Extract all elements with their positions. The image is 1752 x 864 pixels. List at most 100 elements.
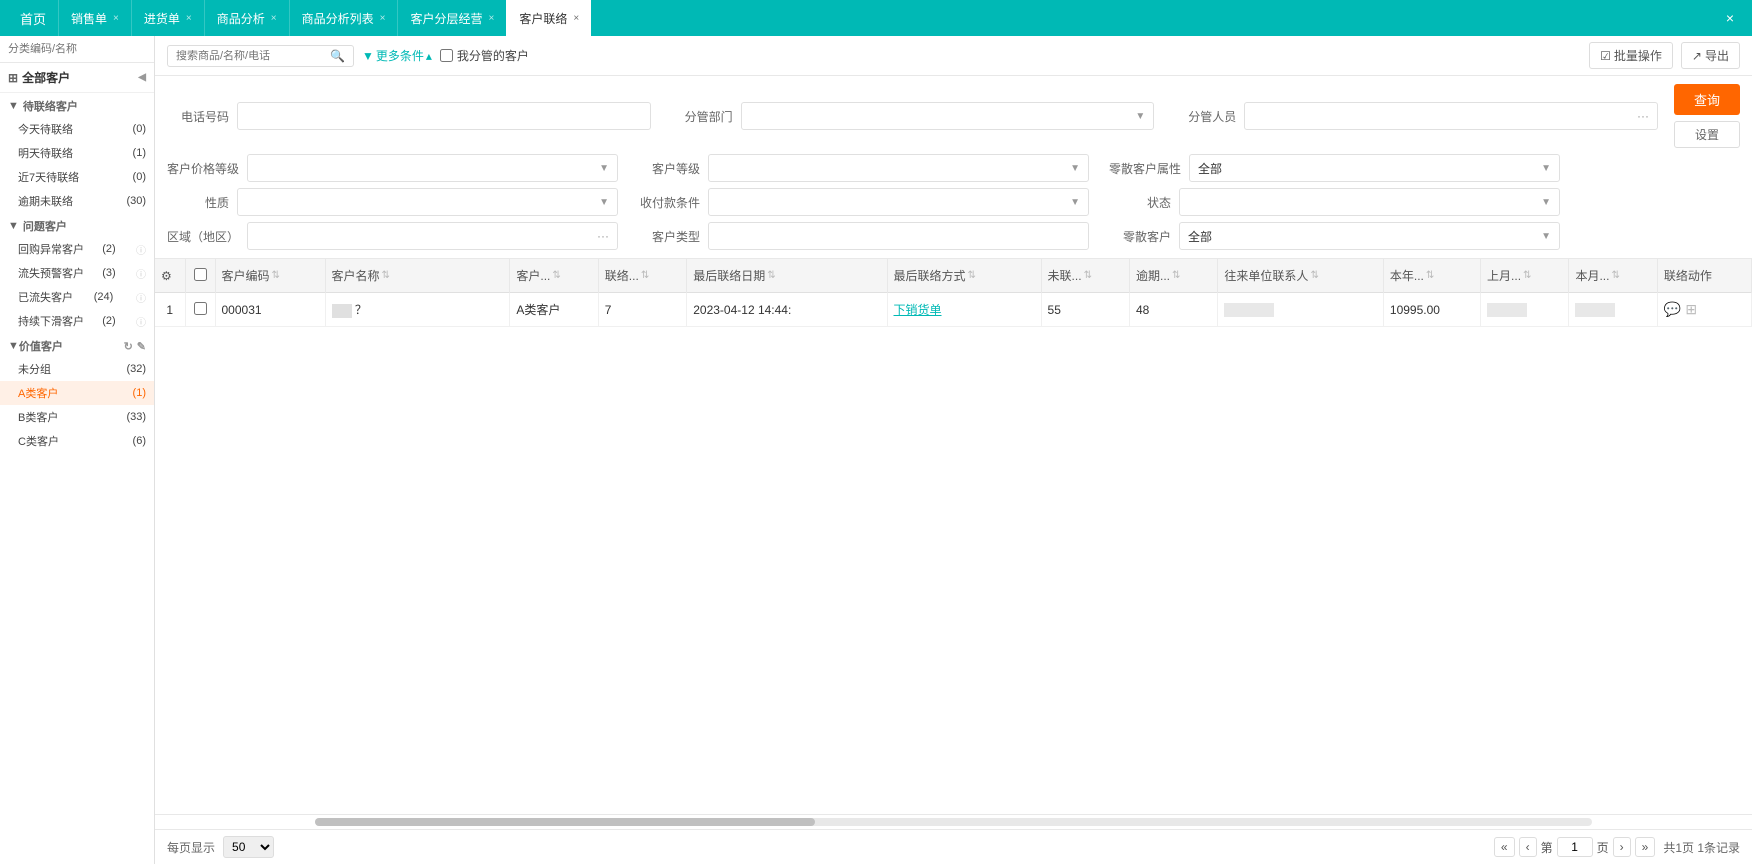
th-settings[interactable]: ⚙ — [155, 259, 185, 293]
nav-tab-sales[interactable]: 销售单 × — [58, 0, 131, 36]
sidebar-item-class-b[interactable]: B类客户 (33) — [0, 405, 154, 429]
problem-group-label: ▼ 问题客户 — [0, 213, 154, 237]
row-checkbox[interactable] — [194, 302, 207, 315]
sort-icon-code[interactable]: ⇅ — [272, 270, 280, 281]
sidebar-search-input[interactable] — [8, 43, 150, 55]
phone-input[interactable] — [237, 102, 651, 130]
filter-row-4: 区域（地区） ··· 客户类型 零散客户 — [167, 222, 1740, 250]
sidebar-item-churn-warning[interactable]: 流失预警客户 (3) ⓘ — [0, 261, 154, 285]
export-btn[interactable]: ↗ 导出 — [1681, 42, 1740, 69]
table-header-row: ⚙ 客户编码 ⇅ 客户名称 — [155, 259, 1752, 293]
region-input[interactable]: ··· — [247, 222, 618, 250]
sort-icon-this-month[interactable]: ⇅ — [1611, 270, 1619, 281]
manager-input[interactable]: ··· — [1244, 102, 1658, 130]
customer-type-field: 客户类型 — [638, 222, 1089, 250]
nav-home[interactable]: 首页 — [8, 0, 58, 36]
price-grade-select[interactable]: ▼ — [247, 154, 618, 182]
horizontal-scrollbar[interactable] — [315, 818, 1592, 826]
sort-icon-name[interactable]: ⇅ — [382, 270, 390, 281]
current-page-input[interactable] — [1557, 837, 1593, 857]
sort-icon-year[interactable]: ⇅ — [1426, 270, 1434, 281]
sidebar-item-declining[interactable]: 持续下滑客户 (2) ⓘ — [0, 309, 154, 333]
sidebar-item-class-c[interactable]: C类客户 (6) — [0, 429, 154, 453]
my-customers-checkbox[interactable] — [440, 49, 453, 62]
edit-icon[interactable]: ✎ — [137, 340, 146, 353]
nav-tab-customer-segment[interactable]: 客户分层经营 × — [397, 0, 506, 36]
export-icon: ↗ — [1692, 49, 1702, 63]
refresh-icon[interactable]: ↻ — [124, 340, 133, 353]
sidebar-item-overdue[interactable]: 逾期未联络 (30) — [0, 189, 154, 213]
info-icon-churned: ⓘ — [136, 290, 146, 305]
sidebar-item-class-a[interactable]: A类客户 (1) — [0, 381, 154, 405]
more-action-icon[interactable]: ⊞ — [1685, 301, 1697, 318]
filter-search-input[interactable] — [176, 50, 326, 62]
dept-select[interactable]: ▼ — [741, 102, 1155, 130]
sort-icon-method[interactable]: ⇅ — [968, 270, 976, 281]
status-select[interactable]: ▼ — [1179, 188, 1560, 216]
next-page-btn[interactable]: › — [1613, 837, 1631, 857]
contact-action-icon[interactable]: 💬 — [1664, 301, 1681, 318]
customer-type-input[interactable] — [708, 222, 1089, 250]
sidebar-item-unclassified[interactable]: 未分组 (32) — [0, 357, 154, 381]
close-purchase-tab[interactable]: × — [186, 13, 192, 24]
customer-grade-select[interactable]: ▼ — [708, 154, 1089, 182]
scrollbar-thumb[interactable] — [315, 818, 815, 826]
pagination: « ‹ 第 页 › » — [1494, 837, 1655, 857]
prev-page-btn[interactable]: ‹ — [1519, 837, 1537, 857]
td-last-date: 2023-04-12 14:44: — [687, 293, 887, 327]
th-actions: 联络动作 — [1657, 259, 1751, 293]
sort-icon-not-contacted[interactable]: ⇅ — [1084, 270, 1092, 281]
all-customers-header[interactable]: ⊞ 全部客户 ◀ — [0, 63, 154, 93]
td-customer-type: A类客户 — [510, 293, 598, 327]
sort-icon-type[interactable]: ⇅ — [552, 270, 560, 281]
nav-tab-analysis-list[interactable]: 商品分析列表 × — [289, 0, 398, 36]
td-checkbox[interactable] — [185, 293, 215, 327]
sort-icon-date[interactable]: ⇅ — [767, 270, 775, 281]
sort-icon-contacts[interactable]: ⇅ — [1310, 270, 1318, 281]
close-analysis-list-tab[interactable]: × — [380, 13, 386, 24]
retail-customer-select[interactable]: 全部 ▼ — [1179, 222, 1560, 250]
sidebar-item-today[interactable]: 今天待联络 (0) — [0, 117, 154, 141]
sidebar-item-tomorrow[interactable]: 明天待联络 (1) — [0, 141, 154, 165]
th-name: 客户名称 ⇅ — [325, 259, 510, 293]
my-customers-filter[interactable]: 我分管的客户 — [440, 47, 529, 64]
nav-tab-purchase[interactable]: 进货单 × — [131, 0, 204, 36]
nav-tab-customer-contact[interactable]: 客户联络 × — [506, 0, 591, 36]
close-sales-tab[interactable]: × — [113, 13, 119, 24]
td-last-method[interactable]: 下销货单 — [887, 293, 1041, 327]
td-this-month — [1569, 293, 1657, 327]
th-overdue: 逾期... ⇅ — [1129, 259, 1217, 293]
collapse-icon[interactable]: ◀ — [138, 72, 146, 83]
retail-attr-field: 零散客户属性 全部 ▼ — [1109, 154, 1560, 182]
nav-tab-analysis[interactable]: 商品分析 × — [204, 0, 289, 36]
last-page-btn[interactable]: » — [1635, 837, 1656, 857]
query-button[interactable]: 查询 — [1674, 84, 1740, 115]
sidebar-item-repurchase[interactable]: 回购异常客户 (2) ⓘ — [0, 237, 154, 261]
retail-customer-field: 零散客户 全部 ▼ — [1109, 222, 1560, 250]
td-code: 000031 — [215, 293, 325, 327]
sort-icon-last-month[interactable]: ⇅ — [1523, 270, 1531, 281]
first-page-btn[interactable]: « — [1494, 837, 1515, 857]
total-info: 共1页 1条记录 — [1663, 839, 1740, 856]
close-contact-tab[interactable]: × — [573, 13, 579, 24]
batch-operation-btn[interactable]: ☑ 批量操作 — [1589, 42, 1673, 69]
sidebar-item-churned[interactable]: 已流失客户 (24) ⓘ — [0, 285, 154, 309]
filter-row-2: 客户价格等级 ▼ 客户等级 ▼ 零散客户属性 — [167, 154, 1740, 182]
nature-select[interactable]: ▼ — [237, 188, 618, 216]
th-checkbox[interactable] — [185, 259, 215, 293]
filter-search-icon[interactable]: 🔍 — [330, 49, 345, 63]
filter-more-btn[interactable]: ▼ 更多条件 ▴ — [362, 47, 432, 64]
close-segment-tab[interactable]: × — [488, 13, 494, 24]
payment-select[interactable]: ▼ — [708, 188, 1089, 216]
sort-icon-contact[interactable]: ⇅ — [641, 270, 649, 281]
select-all-checkbox[interactable] — [194, 268, 207, 281]
close-all-tabs[interactable]: × — [1716, 4, 1744, 32]
sort-icon-overdue[interactable]: ⇅ — [1172, 270, 1180, 281]
th-last-month: 上月... ⇅ — [1481, 259, 1569, 293]
sidebar-item-7days[interactable]: 近7天待联络 (0) — [0, 165, 154, 189]
page-size-select[interactable]: 50 100 200 — [223, 836, 274, 858]
settings-button[interactable]: 设置 — [1674, 121, 1740, 148]
td-this-year: 10995.00 — [1383, 293, 1480, 327]
retail-attr-select[interactable]: 全部 ▼ — [1189, 154, 1560, 182]
close-analysis-tab[interactable]: × — [271, 13, 277, 24]
